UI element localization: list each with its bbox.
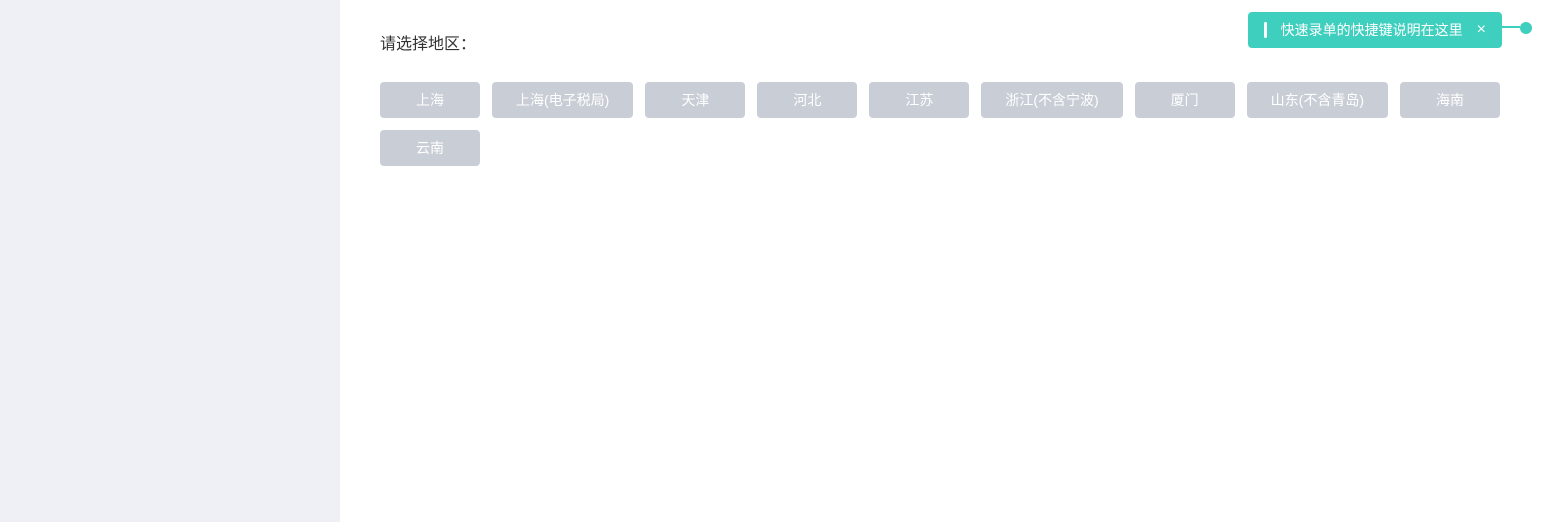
region-btn-jiangsu[interactable]: 江苏 [869, 82, 969, 118]
region-btn-shandong[interactable]: 山东(不含青岛) [1247, 82, 1388, 118]
left-sidebar [0, 0, 340, 522]
tooltip-banner: 快速录单的快捷键说明在这里 × [1248, 12, 1502, 48]
region-btn-shanghai-etax[interactable]: 上海(电子税局) [492, 82, 633, 118]
main-content: 请选择地区： 上海上海(电子税局)天津河北江苏浙江(不含宁波)厦门山东(不含青岛… [340, 0, 1562, 522]
region-btn-xiamen[interactable]: 厦门 [1135, 82, 1235, 118]
region-btn-hainan[interactable]: 海南 [1400, 82, 1500, 118]
region-btn-zhejiang[interactable]: 浙江(不含宁波) [981, 82, 1122, 118]
region-btn-hebei[interactable]: 河北 [757, 82, 857, 118]
tooltip-dot [1520, 22, 1532, 34]
region-button-group: 上海上海(电子税局) 天津河北江苏浙江(不含宁波) 厦门山东(不含青岛) 海南云南 [380, 82, 1522, 166]
region-btn-tianjin[interactable]: 天津 [645, 82, 745, 118]
tooltip-text: 快速录单的快捷键说明在这里 [1281, 20, 1463, 40]
tooltip-close-button[interactable]: × [1477, 21, 1486, 39]
region-btn-yunnan[interactable]: 云南 [380, 130, 480, 166]
tooltip-line [1500, 26, 1520, 28]
region-btn-shanghai[interactable]: 上海 [380, 82, 480, 118]
